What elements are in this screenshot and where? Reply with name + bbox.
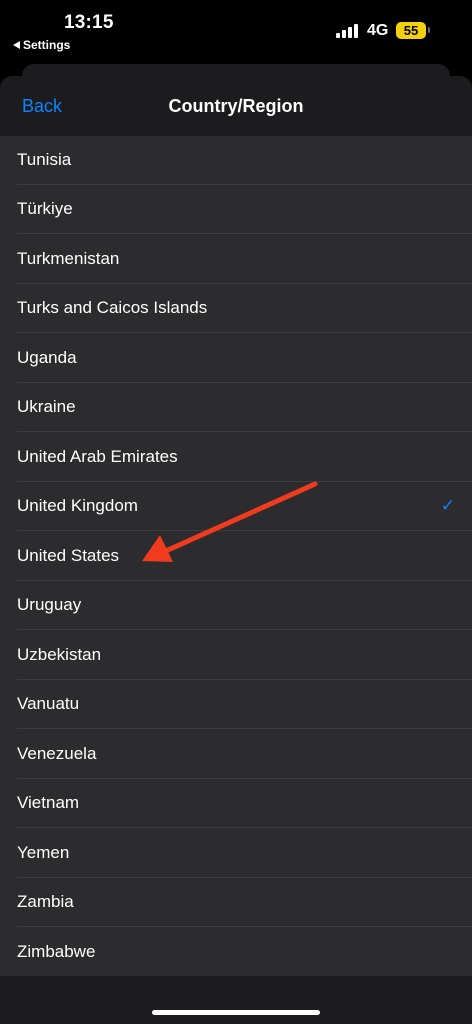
home-indicator[interactable]: [152, 1010, 320, 1015]
status-time: 13:15: [64, 12, 114, 33]
country-row[interactable]: Turks and Caicos Islands: [0, 284, 472, 334]
country-name: Zambia: [17, 892, 74, 912]
status-bar: 13:15 Settings 4G 55: [0, 0, 472, 62]
country-name: Venezuela: [17, 743, 97, 763]
country-list: Tunisia Türkiye Turkmenistan Turks and Caic…: [0, 136, 472, 977]
country-row[interactable]: Uruguay: [0, 581, 472, 631]
back-to-app-link[interactable]: Settings: [13, 38, 70, 52]
country-row[interactable]: Zimbabwe: [0, 927, 472, 977]
country-row[interactable]: United Kingdom ✓: [0, 482, 472, 532]
checkmark-icon: ✓: [440, 496, 455, 516]
country-row[interactable]: Ukraine: [0, 383, 472, 433]
country-name: United States: [17, 545, 120, 565]
country-name: Vietnam: [17, 793, 80, 813]
country-row[interactable]: United Arab Emirates: [0, 432, 472, 482]
country-name: Vanuatu: [17, 694, 80, 714]
battery-level: 55: [403, 23, 419, 38]
country-name: Turks and Caicos Islands: [17, 298, 208, 318]
country-name: Tunisia: [17, 149, 72, 169]
battery-nub: [428, 27, 430, 33]
country-name: Türkiye: [17, 199, 73, 219]
network-type: 4G: [367, 22, 389, 39]
back-to-app-label: Settings: [23, 38, 71, 52]
country-name: Zimbabwe: [17, 941, 96, 961]
country-row[interactable]: Uzbekistan: [0, 630, 472, 680]
country-row[interactable]: Turkmenistan: [0, 234, 472, 284]
country-row[interactable]: Vanuatu: [0, 680, 472, 730]
country-row[interactable]: Venezuela: [0, 729, 472, 779]
country-name: Uzbekistan: [17, 644, 102, 664]
country-name: Turkmenistan: [17, 248, 120, 268]
country-row[interactable]: United States: [0, 531, 472, 581]
country-row[interactable]: Türkiye: [0, 185, 472, 235]
country-region-sheet: Back Country/Region Tunisia Türkiye Turkme…: [0, 76, 472, 1024]
cellular-signal-icon: [336, 24, 358, 38]
country-row[interactable]: Yemen: [0, 828, 472, 878]
country-name: Yemen: [17, 842, 70, 862]
country-name: Uruguay: [17, 595, 82, 615]
back-triangle-icon: [13, 41, 20, 49]
country-row[interactable]: Tunisia: [0, 135, 472, 185]
country-name: United Arab Emirates: [17, 446, 178, 466]
country-name: United Kingdom: [17, 496, 138, 516]
page-title: Country/Region: [168, 96, 304, 116]
country-row[interactable]: Zambia: [0, 878, 472, 928]
country-row[interactable]: Vietnam: [0, 779, 472, 829]
navigation-bar: Back Country/Region: [0, 76, 472, 138]
country-name: Uganda: [17, 347, 77, 367]
country-name: Ukraine: [17, 397, 76, 417]
country-row[interactable]: Uganda: [0, 333, 472, 383]
bottom-safe-area: [0, 976, 472, 1024]
battery-icon: 55: [396, 22, 426, 39]
